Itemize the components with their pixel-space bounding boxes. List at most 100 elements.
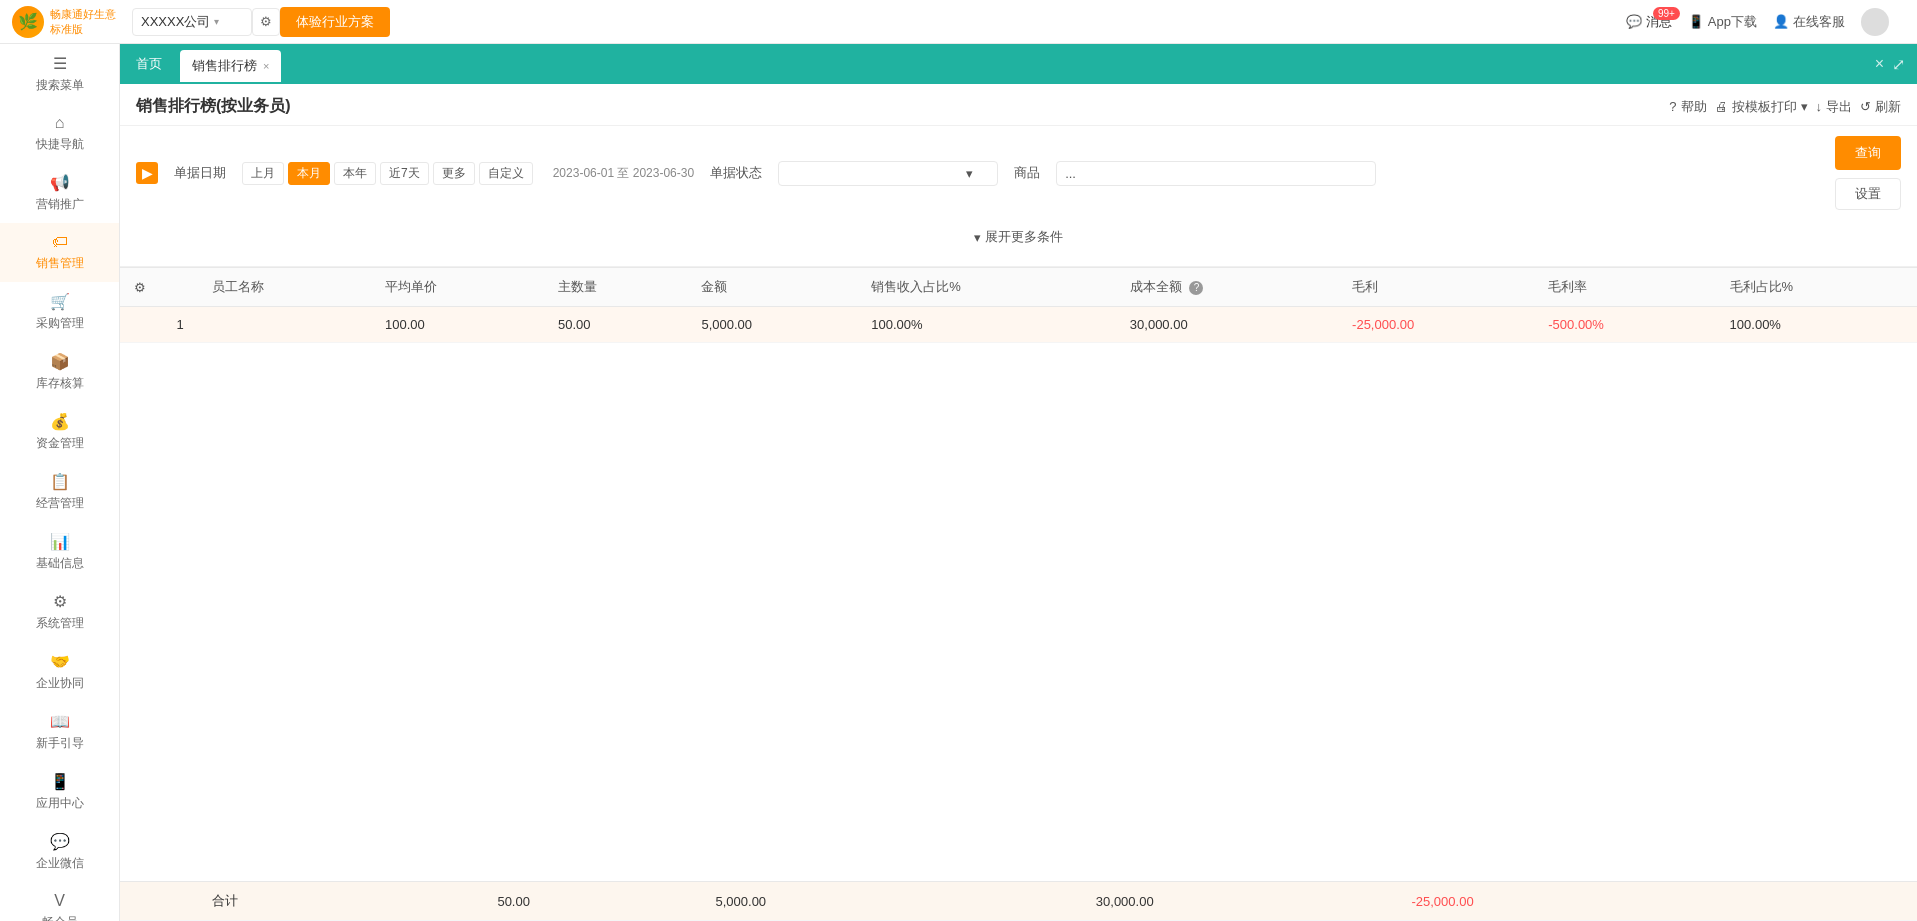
- sidebar-label-inventory: 库存核算: [36, 375, 84, 392]
- sidebar-item-system[interactable]: ⚙ 系统管理: [0, 582, 119, 642]
- refresh-icon: ↺: [1860, 99, 1871, 114]
- sidebar-items-container: ☰ 搜索菜单 ⌂ 快捷导航 📢 营销推广 🏷 销售管理 🛒 采购管理 📦 库存核…: [0, 44, 119, 921]
- sidebar-label-finance: 资金管理: [36, 435, 84, 452]
- refresh-button[interactable]: ↺ 刷新: [1860, 98, 1901, 116]
- header-actions: ? 帮助 🖨 按模板打印 ▾ ↓ 导出: [1669, 98, 1901, 116]
- sidebar-label-purchase: 采购管理: [36, 315, 84, 332]
- sidebar-label-system: 系统管理: [36, 615, 84, 632]
- maximize-icon[interactable]: ⤢: [1892, 55, 1905, 74]
- table-settings-button[interactable]: 设置: [1835, 178, 1901, 210]
- goods-filter-label: 商品: [1014, 164, 1040, 182]
- goods-placeholder: ...: [1065, 166, 1076, 181]
- help-button[interactable]: ? 帮助: [1669, 98, 1706, 116]
- goods-input[interactable]: ...: [1056, 161, 1376, 186]
- col-settings[interactable]: ⚙: [120, 268, 160, 307]
- cost-info-icon[interactable]: ?: [1189, 281, 1203, 295]
- sidebar-item-member[interactable]: V 畅会员: [0, 882, 119, 921]
- date-range-text: 2023-06-01 至 2023-06-30: [553, 165, 694, 182]
- notification-button[interactable]: 💬 消息 99+: [1626, 13, 1672, 31]
- row-main-qty-cell: 50.00: [546, 307, 689, 343]
- date-btn-更多[interactable]: 更多: [433, 162, 475, 185]
- sidebar-label-marketing: 营销推广: [36, 196, 84, 213]
- sidebar-label-search: 搜索菜单: [36, 77, 84, 94]
- chevron-down-icon: ▾: [214, 16, 219, 27]
- sidebar-label-weixin: 企业微信: [36, 855, 84, 872]
- sidebar-item-marketing[interactable]: 📢 营销推广: [0, 163, 119, 223]
- sidebar-icon-marketing: 📢: [50, 173, 70, 192]
- footer-cost-amount: 30,000.00: [1084, 882, 1400, 921]
- sidebar-icon-inventory: 📦: [50, 352, 70, 371]
- row-rank-cell: 1: [160, 307, 200, 343]
- date-btn-近7天[interactable]: 近7天: [380, 162, 429, 185]
- top-bar: 🌿 畅康通好生意 标准版 XXXXX公司 ▾ ⚙ 体验行业方案 💬 消息 99+…: [0, 0, 1917, 44]
- col-amount: 金额: [689, 268, 859, 307]
- sidebar-icon-collab: 🤝: [50, 652, 70, 671]
- sidebar-item-search[interactable]: ☰ 搜索菜单: [0, 44, 119, 104]
- col-name: 员工名称: [200, 268, 373, 307]
- service-icon: 👤: [1773, 14, 1789, 29]
- tab-right-actions: × ⤢: [1875, 55, 1917, 74]
- avatar[interactable]: [1861, 8, 1889, 36]
- sidebar-icon-purchase: 🛒: [50, 292, 70, 311]
- gear-settings-button[interactable]: ⚙: [252, 8, 280, 36]
- date-btn-自定义[interactable]: 自定义: [479, 162, 533, 185]
- status-select[interactable]: ▾: [778, 161, 998, 186]
- sidebar-item-inventory[interactable]: 📦 库存核算: [0, 342, 119, 402]
- row-gross-profit-cell: -25,000.00: [1340, 307, 1536, 343]
- status-filter-label: 单据状态: [710, 164, 762, 182]
- export-icon: ↓: [1816, 99, 1823, 114]
- tab-bar: 首页 销售排行榜 × × ⤢: [120, 44, 1917, 84]
- sales-ranking-tab[interactable]: 销售排行榜 ×: [180, 50, 281, 82]
- sidebar-item-weixin[interactable]: 💬 企业微信: [0, 822, 119, 882]
- row-avg-price-cell: 100.00: [373, 307, 546, 343]
- company-selector[interactable]: XXXXX公司 ▾: [132, 8, 252, 36]
- print-button[interactable]: 🖨 按模板打印 ▾: [1715, 98, 1808, 116]
- try-industry-button[interactable]: 体验行业方案: [280, 7, 390, 37]
- footer-gross-profit: -25,000.00: [1399, 882, 1731, 921]
- app-download-button[interactable]: 📱 App下载: [1688, 13, 1757, 31]
- sidebar-item-management[interactable]: 📋 经营管理: [0, 462, 119, 522]
- help-icon: ?: [1669, 99, 1676, 114]
- col-cost-amount: 成本全额 ?: [1118, 268, 1340, 307]
- export-button[interactable]: ↓ 导出: [1816, 98, 1853, 116]
- sidebar-item-sales[interactable]: 🏷 销售管理: [0, 223, 119, 282]
- date-btn-本月[interactable]: 本月: [288, 162, 330, 185]
- sidebar-item-guide[interactable]: 📖 新手引导: [0, 702, 119, 762]
- date-filter-label: 单据日期: [174, 164, 226, 182]
- query-button[interactable]: 查询: [1835, 136, 1901, 170]
- online-service-button[interactable]: 👤 在线客服: [1773, 13, 1845, 31]
- table-footer-table: 合计 50.00 5,000.00 30,000.00 -25,000.00: [120, 881, 1917, 921]
- sidebar-icon-sales: 🏷: [52, 233, 68, 251]
- download-icon: 📱: [1688, 14, 1704, 29]
- page-inner: 销售排行榜(按业务员) ? 帮助 🖨 按模板打印 ▾: [120, 84, 1917, 921]
- sidebar-icon-app: 📱: [50, 772, 70, 791]
- logo-area: 🌿 畅康通好生意 标准版: [12, 6, 132, 38]
- row-sales-ratio-cell: 100.00%: [859, 307, 1118, 343]
- sidebar-item-purchase[interactable]: 🛒 采购管理: [0, 282, 119, 342]
- sidebar-icon-base: 📊: [50, 532, 70, 551]
- query-area: 查询 设置: [1835, 136, 1901, 210]
- sidebar-item-finance[interactable]: 💰 资金管理: [0, 402, 119, 462]
- col-gross-profit: 毛利: [1340, 268, 1536, 307]
- table-header-row: ⚙ 员工名称 平均单价 主数量 金额 销售收入占比% 成本全额: [120, 268, 1917, 307]
- footer-label: 合计: [200, 882, 393, 921]
- logo-icon: 🌿: [12, 6, 44, 38]
- sidebar-item-app[interactable]: 📱 应用中心: [0, 762, 119, 822]
- sidebar-item-collab[interactable]: 🤝 企业协同: [0, 642, 119, 702]
- sidebar-item-base[interactable]: 📊 基础信息: [0, 522, 119, 582]
- sidebar-icon-search: ☰: [53, 54, 67, 73]
- col-gross-rate: 毛利率: [1536, 268, 1717, 307]
- logo-text: 畅康通好生意 标准版: [50, 7, 116, 36]
- date-btn-本年[interactable]: 本年: [334, 162, 376, 185]
- gear-icon: ⚙: [260, 14, 272, 29]
- close-tab-icon[interactable]: ×: [263, 60, 269, 72]
- status-chevron-icon: ▾: [966, 166, 973, 181]
- filter-arrow-button[interactable]: ▶: [136, 162, 158, 184]
- expand-filters-button[interactable]: ▾ 展开更多条件: [962, 224, 1075, 250]
- sidebar-label-guide: 新手引导: [36, 735, 84, 752]
- date-btn-上月[interactable]: 上月: [242, 162, 284, 185]
- sidebar-item-nav[interactable]: ⌂ 快捷导航: [0, 104, 119, 163]
- close-window-icon[interactable]: ×: [1875, 55, 1884, 73]
- home-tab[interactable]: 首页: [120, 44, 178, 84]
- print-icon: 🖨: [1715, 99, 1728, 114]
